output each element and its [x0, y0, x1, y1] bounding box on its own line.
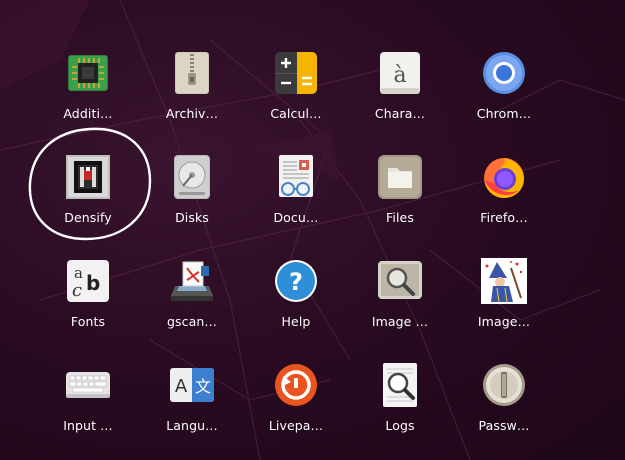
livepatch-icon: [273, 362, 319, 408]
svg-text:b: b: [86, 271, 100, 295]
svg-text:à: à: [393, 63, 406, 88]
help-icon: ?: [273, 258, 319, 304]
app-label: Image…: [477, 314, 531, 329]
chip-icon: [65, 50, 111, 96]
app-label: Calcul…: [270, 106, 322, 121]
app-densify[interactable]: Densify: [46, 152, 130, 248]
imagemagick-wizard-icon: [481, 258, 527, 304]
app-livepatch[interactable]: Livepa…: [254, 360, 338, 456]
app-input-method[interactable]: Input …: [46, 360, 130, 456]
fonts-icon: a c b: [65, 258, 111, 304]
calculator-icon: [273, 50, 319, 96]
app-label: gscan…: [166, 314, 217, 329]
gscan2pdf-icon: [169, 258, 215, 304]
app-help[interactable]: ? Help: [254, 256, 338, 352]
document-viewer-icon: [273, 154, 319, 200]
app-label: Livepa…: [268, 418, 324, 433]
app-label: Input …: [63, 418, 113, 433]
chromium-icon: [481, 50, 527, 96]
app-label: Densify: [64, 210, 112, 225]
app-label: Chara…: [374, 106, 426, 121]
app-label: Chrom…: [476, 106, 532, 121]
densify-icon: [65, 154, 111, 200]
app-label: Passw…: [478, 418, 530, 433]
app-gscan2pdf[interactable]: gscan…: [150, 256, 234, 352]
logs-icon: [377, 362, 423, 408]
app-language-support[interactable]: A 文 Langu…: [150, 360, 234, 456]
archive-zipper-icon: [169, 50, 215, 96]
language-icon: A 文: [169, 362, 215, 408]
app-label: Image …: [371, 314, 429, 329]
app-fonts[interactable]: a c b Fonts: [46, 256, 130, 352]
app-grid: Additi… Archiv… Calcul… à Chara… Chrom… …: [0, 0, 625, 460]
svg-text:c: c: [72, 280, 82, 301]
app-calculator[interactable]: Calcul…: [254, 48, 338, 144]
app-imagemagick[interactable]: Image…: [462, 256, 546, 352]
app-passwords-and-keys[interactable]: Passw…: [462, 360, 546, 456]
app-document-viewer[interactable]: Docu…: [254, 152, 338, 248]
app-chromium[interactable]: Chrom…: [462, 48, 546, 144]
app-label: Archiv…: [165, 106, 219, 121]
app-label: Docu…: [273, 210, 319, 225]
svg-text:A: A: [175, 376, 188, 397]
app-label: Files: [386, 210, 414, 225]
app-label: Help: [281, 314, 311, 329]
app-archive-manager[interactable]: Archiv…: [150, 48, 234, 144]
character-map-icon: à: [377, 50, 423, 96]
app-label: Langu…: [166, 418, 218, 433]
app-label: Fonts: [70, 314, 106, 329]
app-logs[interactable]: Logs: [358, 360, 442, 456]
app-label: Additi…: [63, 106, 113, 121]
keyboard-icon: [65, 362, 111, 408]
app-files[interactable]: Files: [358, 152, 442, 248]
app-characters[interactable]: à Chara…: [358, 48, 442, 144]
image-viewer-icon: [377, 258, 423, 304]
app-disks[interactable]: Disks: [150, 152, 234, 248]
folder-icon: [377, 154, 423, 200]
app-label: Disks: [175, 210, 209, 225]
app-image-viewer[interactable]: Image …: [358, 256, 442, 352]
disk-icon: [169, 154, 215, 200]
app-label: Firefo…: [480, 210, 528, 225]
passwords-keyring-icon: [481, 362, 527, 408]
firefox-icon: [481, 154, 527, 200]
svg-text:文: 文: [195, 377, 211, 396]
app-label: Logs: [385, 418, 415, 433]
app-additional-drivers[interactable]: Additi…: [46, 48, 130, 144]
svg-text:?: ?: [289, 268, 303, 296]
app-firefox[interactable]: Firefo…: [462, 152, 546, 248]
